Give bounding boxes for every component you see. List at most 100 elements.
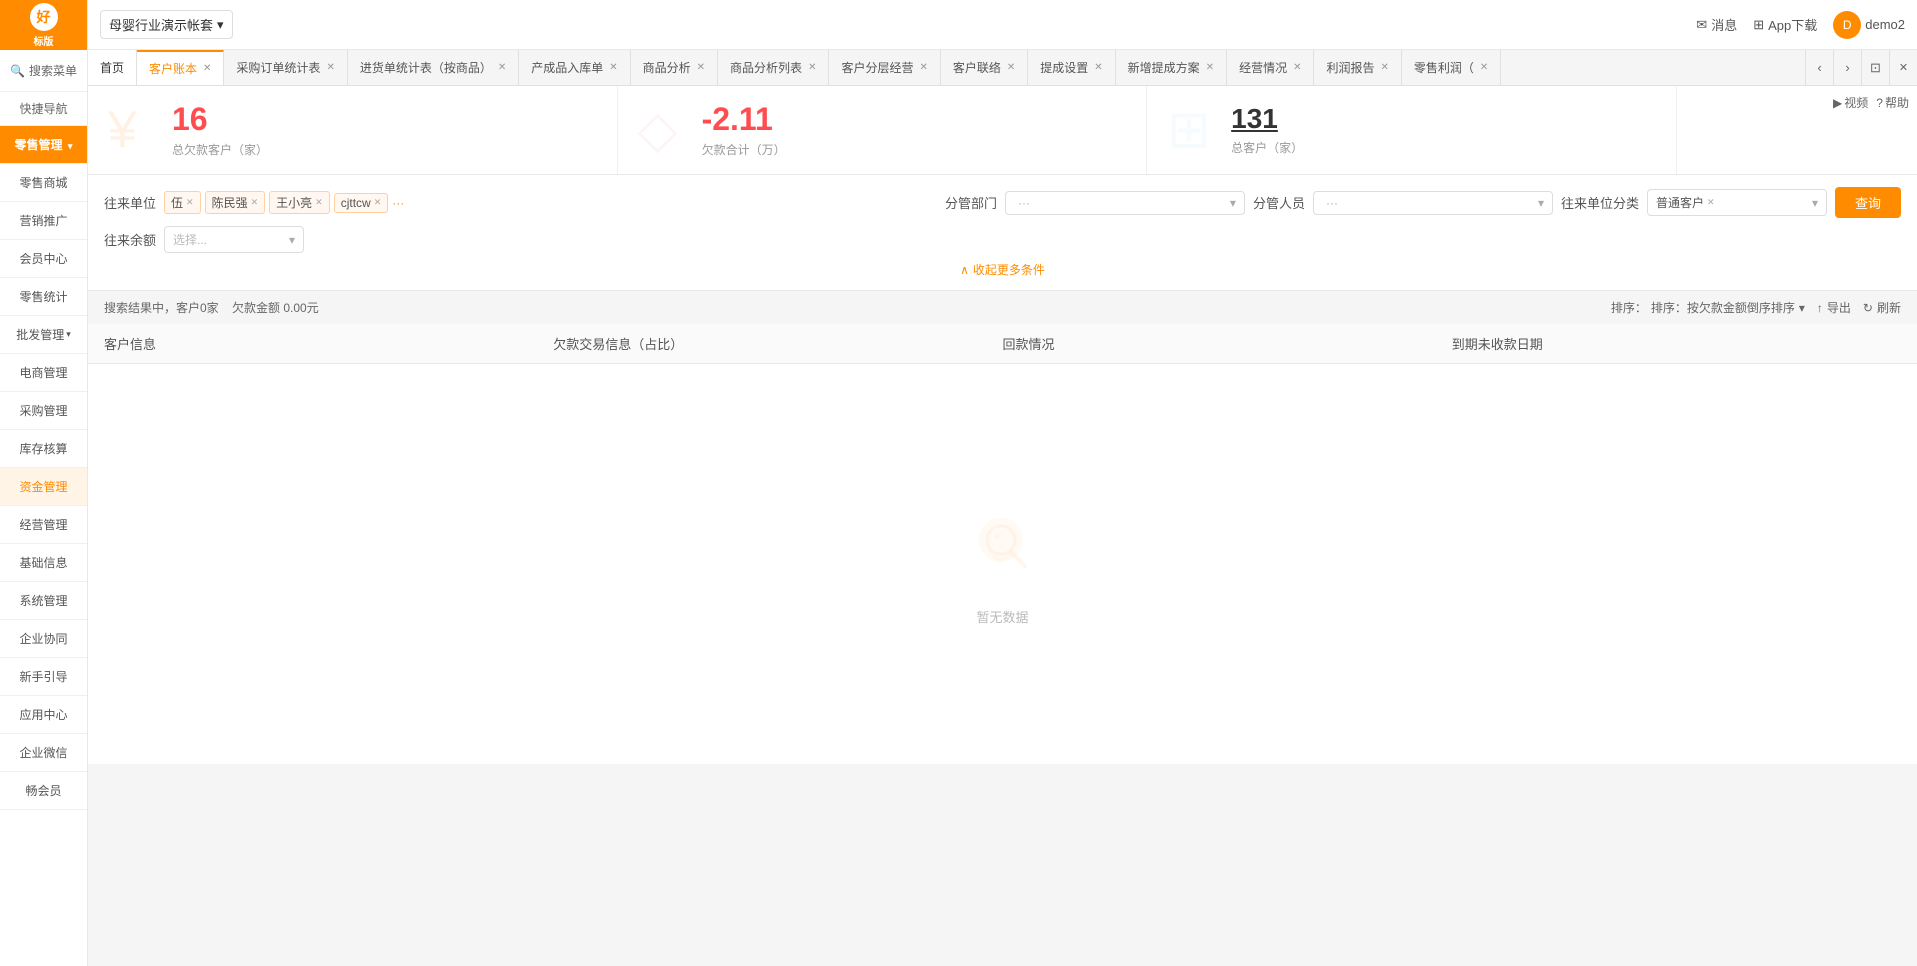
tabbar-left-arrow[interactable]: ‹: [1805, 50, 1833, 86]
filter-tag-1: 陈民强: [205, 191, 266, 214]
topbar-right: ✉ 消息 ⊞ App下载 D demo2: [1696, 11, 1905, 39]
tab-new-commission-close[interactable]: ✕: [1206, 62, 1214, 73]
sidebar-item-ecommerce[interactable]: 电商管理: [0, 354, 87, 392]
search-menu-button[interactable]: 🔍 搜索菜单: [6, 58, 81, 83]
tab-retail-profit[interactable]: 零售利润（ ✕: [1402, 50, 1501, 86]
stat-card3-bg-icon: ⊞: [1167, 100, 1211, 160]
tab-customer-tier-label: 客户分层经营: [841, 59, 913, 76]
account-dropdown[interactable]: 母婴行业演示帐套 ▾: [100, 10, 233, 39]
filter-dept-select[interactable]: ··· ▾: [1005, 191, 1245, 215]
sidebar-item-inventory[interactable]: 库存核算: [0, 430, 87, 468]
filter-collapse-button[interactable]: ∧ 收起更多条件: [960, 261, 1045, 278]
filter-tag-more[interactable]: ···: [392, 196, 404, 210]
filter-tag-0-close[interactable]: [186, 197, 194, 208]
tab-customer-contact[interactable]: 客户联络 ✕: [941, 50, 1028, 86]
tab-ops-status[interactable]: 经营情况 ✕: [1227, 50, 1314, 86]
filter-unit-type-tag-label: 普通客户: [1656, 194, 1704, 211]
stat-total-number: 131: [1231, 104, 1303, 135]
sidebar-item-new-guide[interactable]: 新手引导: [0, 658, 87, 696]
tab-home[interactable]: 首页: [88, 50, 137, 86]
sidebar-item-corp-wechat[interactable]: 企业微信: [0, 734, 87, 772]
tab-goods-analysis-list-close[interactable]: ✕: [808, 62, 816, 73]
sidebar-item-member-center[interactable]: 会员中心: [0, 240, 87, 278]
filter-tag-2-close[interactable]: [315, 197, 323, 208]
sidebar-item-zero-retail-mgmt[interactable]: 零售管理 ▾: [0, 126, 87, 164]
sidebar-item-marketing[interactable]: 营销推广: [0, 202, 87, 240]
tab-commission-settings[interactable]: 提成设置 ✕: [1028, 50, 1115, 86]
sidebar-item-sys-mgmt[interactable]: 系统管理: [0, 582, 87, 620]
refresh-button[interactable]: ↻ 刷新: [1863, 299, 1901, 316]
tab-customer-book-close[interactable]: ✕: [203, 63, 211, 74]
messages-button[interactable]: ✉ 消息: [1696, 15, 1737, 34]
tab-purchase-stats-close[interactable]: ✕: [326, 62, 334, 73]
tab-goods-analysis-list[interactable]: 商品分析列表 ✕: [718, 50, 829, 86]
tab-products-in-close[interactable]: ✕: [609, 62, 617, 73]
sidebar-item-finance[interactable]: 资金管理: [0, 468, 87, 506]
filter-person-select[interactable]: ··· ▾: [1313, 191, 1553, 215]
sidebar-item-label: 畅会员: [25, 784, 61, 798]
sidebar-item-retail-mall[interactable]: 零售商城: [0, 164, 87, 202]
messages-label: 消息: [1711, 15, 1737, 34]
filter-dept-dots[interactable]: ···: [1018, 196, 1030, 210]
filter-label-person: 分管人员: [1253, 193, 1305, 212]
quick-nav-button[interactable]: 快捷导航: [0, 92, 87, 126]
sidebar-item-retail-stats[interactable]: 零售统计: [0, 278, 87, 316]
tabbar-right-arrow[interactable]: ›: [1833, 50, 1861, 86]
help-button[interactable]: ? 帮助: [1876, 94, 1909, 111]
result-sort-select[interactable]: 排序： 排序：按欠款金额倒序排序 ▾: [1611, 299, 1805, 316]
video-button[interactable]: ▶ 视频: [1833, 94, 1868, 111]
filter-unit-type-select[interactable]: 普通客户 ▾: [1647, 189, 1827, 216]
tab-ops-status-close[interactable]: ✕: [1293, 62, 1301, 73]
sort-arrow-icon: ▾: [1799, 301, 1805, 315]
tab-customer-tier-close[interactable]: ✕: [919, 62, 927, 73]
col-header-debt-info: 欠款交易信息（占比）: [553, 334, 1002, 353]
sidebar-item-basic-info[interactable]: 基础信息: [0, 544, 87, 582]
sidebar-item-vip-member[interactable]: 畅会员: [0, 772, 87, 810]
sidebar-item-app-center[interactable]: 应用中心: [0, 696, 87, 734]
tabbar-close-icon[interactable]: ✕: [1889, 50, 1917, 86]
tab-purchase-goods-close[interactable]: ✕: [498, 62, 506, 73]
filter-label-balance: 往来余额: [104, 230, 156, 249]
tab-goods-analysis-close[interactable]: ✕: [697, 62, 705, 73]
filter-balance-select[interactable]: 选择... ▾: [164, 226, 304, 253]
sidebar-item-label: 应用中心: [19, 708, 67, 722]
tab-profit-report-close[interactable]: ✕: [1381, 62, 1389, 73]
filter-collapse-row: ∧ 收起更多条件: [104, 261, 1901, 278]
logo-icon: 好: [30, 3, 58, 31]
filter-tag-3-close[interactable]: [374, 197, 382, 208]
app-download-button[interactable]: ⊞ App下载: [1753, 15, 1817, 34]
tab-retail-profit-close[interactable]: ✕: [1480, 62, 1488, 73]
tabbar-expand-icon[interactable]: ⊡: [1861, 50, 1889, 86]
filter-tag-1-close[interactable]: [251, 197, 259, 208]
tab-customer-book[interactable]: 客户账本 ✕: [137, 50, 224, 86]
tab-profit-report[interactable]: 利润报告 ✕: [1314, 50, 1401, 86]
sidebar-item-label: 电商管理: [19, 366, 67, 380]
col-header-customer: 客户信息: [104, 334, 553, 353]
tab-new-commission[interactable]: 新增提成方案 ✕: [1116, 50, 1227, 86]
tab-purchase-stats[interactable]: 采购订单统计表 ✕: [224, 50, 347, 86]
filter-row-1: 往来单位 伍 陈民强 王小亮 cjttcw: [104, 187, 1901, 218]
export-icon: ↑: [1817, 301, 1823, 315]
tab-products-in[interactable]: 产成品入库单 ✕: [519, 50, 630, 86]
tab-customer-book-label: 客户账本: [149, 60, 197, 77]
filter-person-dots[interactable]: ···: [1326, 196, 1338, 210]
tab-commission-settings-close[interactable]: ✕: [1094, 62, 1102, 73]
tab-customer-contact-close[interactable]: ✕: [1007, 62, 1015, 73]
sidebar-item-batch-mgmt[interactable]: 批发管理 ▾: [0, 316, 87, 354]
export-label: 导出: [1827, 299, 1851, 316]
tab-customer-tier[interactable]: 客户分层经营 ✕: [829, 50, 940, 86]
tab-purchase-goods[interactable]: 进货单统计表（按商品） ✕: [348, 50, 519, 86]
sidebar-item-operations[interactable]: 经营管理: [0, 506, 87, 544]
user-profile[interactable]: D demo2: [1833, 11, 1905, 39]
sidebar-item-purchase-mgmt[interactable]: 采购管理: [0, 392, 87, 430]
tab-goods-analysis[interactable]: 商品分析 ✕: [631, 50, 718, 86]
filter-dept-arrow: ▾: [1230, 196, 1236, 210]
export-button[interactable]: ↑ 导出: [1817, 299, 1851, 316]
query-button[interactable]: 查询: [1835, 187, 1901, 218]
filter-label-dept: 分管部门: [945, 193, 997, 212]
sidebar-item-corp-collab[interactable]: 企业协同: [0, 620, 87, 658]
stat-debt-label: 欠款合计（万）: [702, 141, 786, 158]
col-header-repayment: 回款情况: [1003, 334, 1452, 353]
filter-tag-3-label: cjttcw: [341, 196, 371, 210]
filter-unit-type-tag-close[interactable]: [1707, 197, 1715, 208]
